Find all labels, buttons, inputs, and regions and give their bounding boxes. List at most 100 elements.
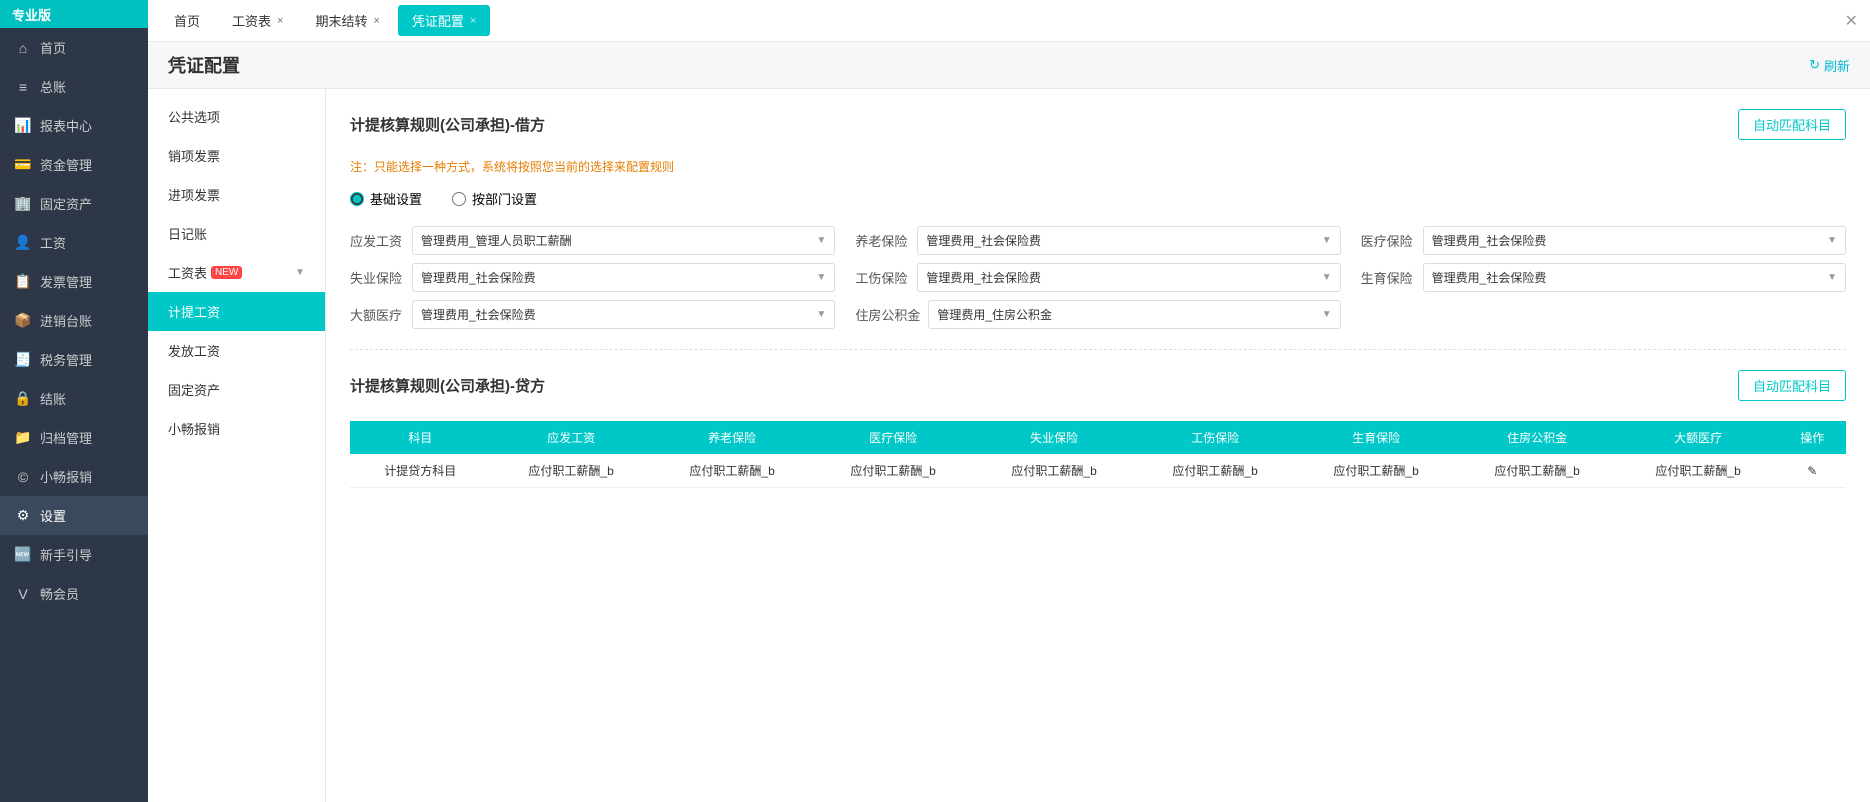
- injury-label: 工伤保险: [855, 268, 909, 287]
- inventory-icon: 📦: [14, 312, 32, 329]
- form-item-wage: 应发工资 管理费用_管理人员职工薪酬 ▼: [350, 226, 835, 255]
- sidebar-item-inventory[interactable]: 📦 进销台账: [0, 301, 148, 340]
- left-nav-calc-payroll[interactable]: 计提工资: [148, 292, 325, 331]
- left-nav-fixed-assets[interactable]: 固定资产: [148, 370, 325, 409]
- col-subject: 科目: [350, 421, 491, 454]
- sidebar-item-funds[interactable]: 💳 资金管理: [0, 145, 148, 184]
- sidebar-item-xiaochang[interactable]: © 小畅报销: [0, 457, 148, 496]
- housing-fund-select[interactable]: 管理费用_住房公积金 ▼: [928, 300, 1340, 329]
- unemployment-select[interactable]: 管理费用_社会保险费 ▼: [412, 263, 835, 292]
- sidebar-item-label: 税务管理: [40, 350, 92, 369]
- sidebar-item-reports[interactable]: 📊 报表中心: [0, 106, 148, 145]
- left-nav-payroll-sheet[interactable]: 工资表 NEW ▼: [148, 253, 325, 292]
- sidebar-item-payroll[interactable]: 👤 工资: [0, 223, 148, 262]
- tab-payroll-table[interactable]: 工资表 ×: [218, 5, 297, 36]
- left-nav-sales-invoice[interactable]: 销项发票: [148, 136, 325, 175]
- col-housing: 住房公积金: [1457, 421, 1618, 454]
- sidebar: 专业版 ⌂ 首页 ≡ 总账 📊 报表中心 💳 资金管理 🏢 固定资产 👤 工资 …: [0, 0, 148, 802]
- tab-period-close-icon[interactable]: ×: [373, 15, 379, 27]
- tab-period-label: 期末结转: [315, 11, 367, 30]
- cell-housing: 应付职工薪酬_b: [1457, 454, 1618, 488]
- col-wage: 应发工资: [491, 421, 652, 454]
- left-nav-journal[interactable]: 日记账: [148, 214, 325, 253]
- cell-action[interactable]: ✎: [1779, 454, 1846, 488]
- section-divider: [350, 349, 1846, 350]
- large-medical-label: 大额医疗: [350, 305, 404, 324]
- pension-select[interactable]: 管理费用_社会保险费 ▼: [917, 226, 1340, 255]
- maternity-label: 生育保险: [1361, 268, 1415, 287]
- section2-table: 科目 应发工资 养老保险 医疗保险 失业保险 工伤保险 生育保险 住房公积金 大…: [350, 421, 1846, 488]
- unemployment-label: 失业保险: [350, 268, 404, 287]
- sidebar-item-home[interactable]: ⌂ 首页: [0, 28, 148, 67]
- left-nav-expense-report[interactable]: 小畅报销: [148, 409, 325, 448]
- section1-title: 计提核算规则(公司承担)-借方: [350, 114, 545, 135]
- sidebar-item-tax[interactable]: 🧾 税务管理: [0, 340, 148, 379]
- pension-select-value: 管理费用_社会保险费: [926, 232, 1317, 249]
- sidebar-item-label: 固定资产: [40, 194, 92, 213]
- sidebar-item-vip[interactable]: V 畅会员: [0, 574, 148, 613]
- radio-dept[interactable]: 按部门设置: [452, 189, 537, 208]
- tax-icon: 🧾: [14, 351, 32, 368]
- tab-period-close[interactable]: 期末结转 ×: [301, 5, 393, 36]
- section1-note: 注：只能选择一种方式，系统将按照您当前的选择来配置规则: [350, 158, 1846, 175]
- tab-voucher-close-icon[interactable]: ×: [470, 15, 476, 27]
- reports-icon: 📊: [14, 117, 32, 134]
- large-medical-select-arrow-icon: ▼: [816, 309, 826, 320]
- section1: 计提核算规则(公司承担)-借方 自动匹配科目 注：只能选择一种方式，系统将按照您…: [350, 109, 1846, 329]
- left-nav-purchase-invoice[interactable]: 进项发票: [148, 175, 325, 214]
- cell-injury: 应付职工薪酬_b: [1135, 454, 1296, 488]
- form-item-unemployment: 失业保险 管理费用_社会保险费 ▼: [350, 263, 835, 292]
- tab-voucher-label: 凭证配置: [412, 11, 464, 30]
- injury-select-value: 管理费用_社会保险费: [926, 269, 1317, 286]
- refresh-button[interactable]: ↻ 刷新: [1809, 56, 1850, 75]
- col-pension: 养老保险: [652, 421, 813, 454]
- form-item-injury: 工伤保险 管理费用_社会保险费 ▼: [855, 263, 1340, 292]
- refresh-icon: ↻: [1809, 57, 1820, 73]
- sidebar-item-label: 畅会员: [40, 584, 79, 603]
- sidebar-item-guide[interactable]: 🆕 新手引导: [0, 535, 148, 574]
- funds-icon: 💳: [14, 156, 32, 173]
- sidebar-item-label: 工资: [40, 233, 66, 252]
- sidebar-item-closing[interactable]: 🔒 结账: [0, 379, 148, 418]
- tab-home[interactable]: 首页: [160, 5, 214, 36]
- col-medical: 医疗保险: [813, 421, 974, 454]
- section1-auto-match-button[interactable]: 自动匹配科目: [1738, 109, 1846, 140]
- form-item-pension: 养老保险 管理费用_社会保险费 ▼: [855, 226, 1340, 255]
- sidebar-item-label: 报表中心: [40, 116, 92, 135]
- home-icon: ⌂: [14, 40, 32, 56]
- sidebar-item-invoice[interactable]: 📋 发票管理: [0, 262, 148, 301]
- radio-basic-label: 基础设置: [370, 189, 422, 208]
- left-nav-public-options[interactable]: 公共选项: [148, 97, 325, 136]
- wage-select[interactable]: 管理费用_管理人员职工薪酬 ▼: [412, 226, 835, 255]
- sidebar-item-ledger[interactable]: ≡ 总账: [0, 67, 148, 106]
- main-area: 首页 工资表 × 期末结转 × 凭证配置 × ✕ 凭证配置 ↻ 刷新 公共选项: [148, 0, 1870, 802]
- form-item-medical: 医疗保险 管理费用_社会保险费 ▼: [1361, 226, 1846, 255]
- radio-dept-input[interactable]: [452, 192, 466, 206]
- radio-basic[interactable]: 基础设置: [350, 189, 422, 208]
- sidebar-item-archive[interactable]: 📁 归档管理: [0, 418, 148, 457]
- tab-home-label: 首页: [174, 11, 200, 30]
- sidebar-item-settings[interactable]: ⚙ 设置: [0, 496, 148, 535]
- payroll-icon: 👤: [14, 234, 32, 251]
- wage-select-value: 管理费用_管理人员职工薪酬: [421, 232, 812, 249]
- section2: 计提核算规则(公司承担)-贷方 自动匹配科目 科目 应发工资 养老保险 医疗保险…: [350, 370, 1846, 488]
- sidebar-item-label: 设置: [40, 506, 66, 525]
- radio-basic-input[interactable]: [350, 192, 364, 206]
- large-medical-select[interactable]: 管理费用_社会保险费 ▼: [412, 300, 835, 329]
- cell-subject: 计提贷方科目: [350, 454, 491, 488]
- tab-voucher-config[interactable]: 凭证配置 ×: [398, 5, 490, 36]
- injury-select[interactable]: 管理费用_社会保险费 ▼: [917, 263, 1340, 292]
- archive-icon: 📁: [14, 429, 32, 446]
- section1-header-row: 计提核算规则(公司承担)-借方 自动匹配科目: [350, 109, 1846, 150]
- left-nav-issue-payroll[interactable]: 发放工资: [148, 331, 325, 370]
- close-window-button[interactable]: ✕: [1845, 11, 1858, 31]
- pension-select-arrow-icon: ▼: [1322, 235, 1332, 246]
- section2-auto-match-button[interactable]: 自动匹配科目: [1738, 370, 1846, 401]
- col-action: 操作: [1779, 421, 1846, 454]
- maternity-select[interactable]: 管理费用_社会保险费 ▼: [1423, 263, 1846, 292]
- pension-label: 养老保险: [855, 231, 909, 250]
- medical-select[interactable]: 管理费用_社会保险费 ▼: [1423, 226, 1846, 255]
- sidebar-item-assets[interactable]: 🏢 固定资产: [0, 184, 148, 223]
- tab-payroll-close-icon[interactable]: ×: [277, 15, 283, 27]
- closing-icon: 🔒: [14, 390, 32, 407]
